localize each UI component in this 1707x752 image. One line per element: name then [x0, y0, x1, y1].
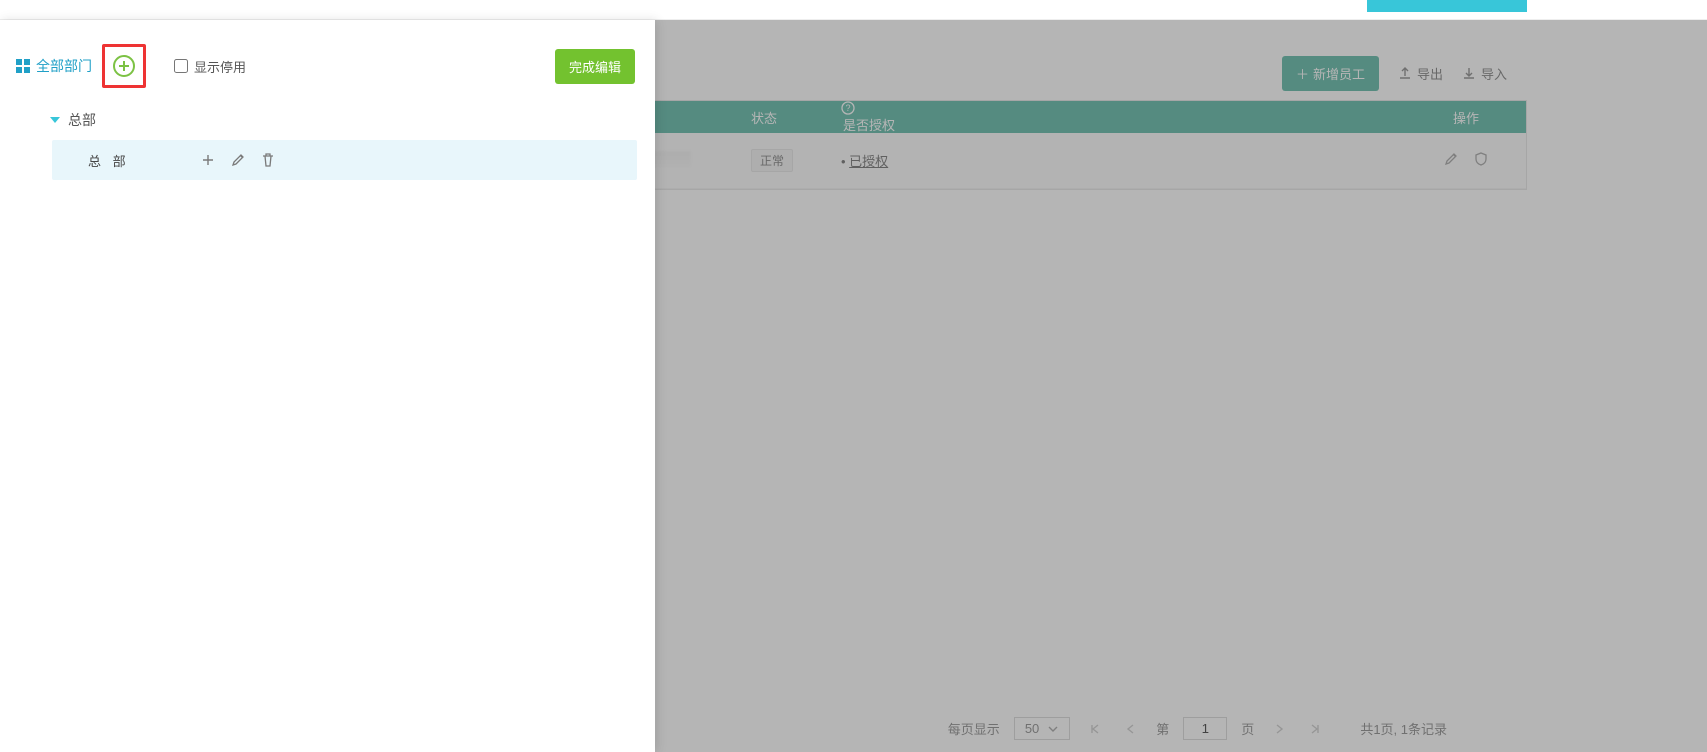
tree-node-selected[interactable]: 总 部: [52, 140, 637, 180]
tree-node-actions: [200, 152, 276, 168]
department-side-panel: 全部部门 显示停用 完成编辑 总部 总 部: [0, 20, 655, 752]
highlight-box: [102, 44, 146, 88]
top-bar-accent: [1367, 0, 1527, 12]
finish-edit-button[interactable]: 完成编辑: [555, 49, 635, 84]
add-department-icon[interactable]: [113, 55, 135, 77]
all-departments-button[interactable]: 全部部门: [16, 56, 92, 76]
tree-root-label: 总部: [68, 110, 96, 130]
delete-icon[interactable]: [260, 152, 276, 168]
edit-icon[interactable]: [230, 152, 246, 168]
side-panel-header: 全部部门 显示停用 完成编辑: [16, 44, 635, 88]
department-tree: 总部 总 部: [16, 110, 635, 180]
all-departments-label: 全部部门: [36, 56, 92, 76]
tree-node-label: 总 部: [88, 151, 130, 170]
top-bar: [0, 0, 1707, 20]
show-disabled-checkbox[interactable]: 显示停用: [174, 57, 246, 76]
tree-root[interactable]: 总部: [50, 110, 635, 130]
grid-icon: [16, 59, 30, 73]
add-child-icon[interactable]: [200, 152, 216, 168]
show-disabled-label: 显示停用: [194, 57, 246, 76]
caret-down-icon: [50, 117, 60, 123]
show-disabled-input[interactable]: [174, 59, 188, 73]
